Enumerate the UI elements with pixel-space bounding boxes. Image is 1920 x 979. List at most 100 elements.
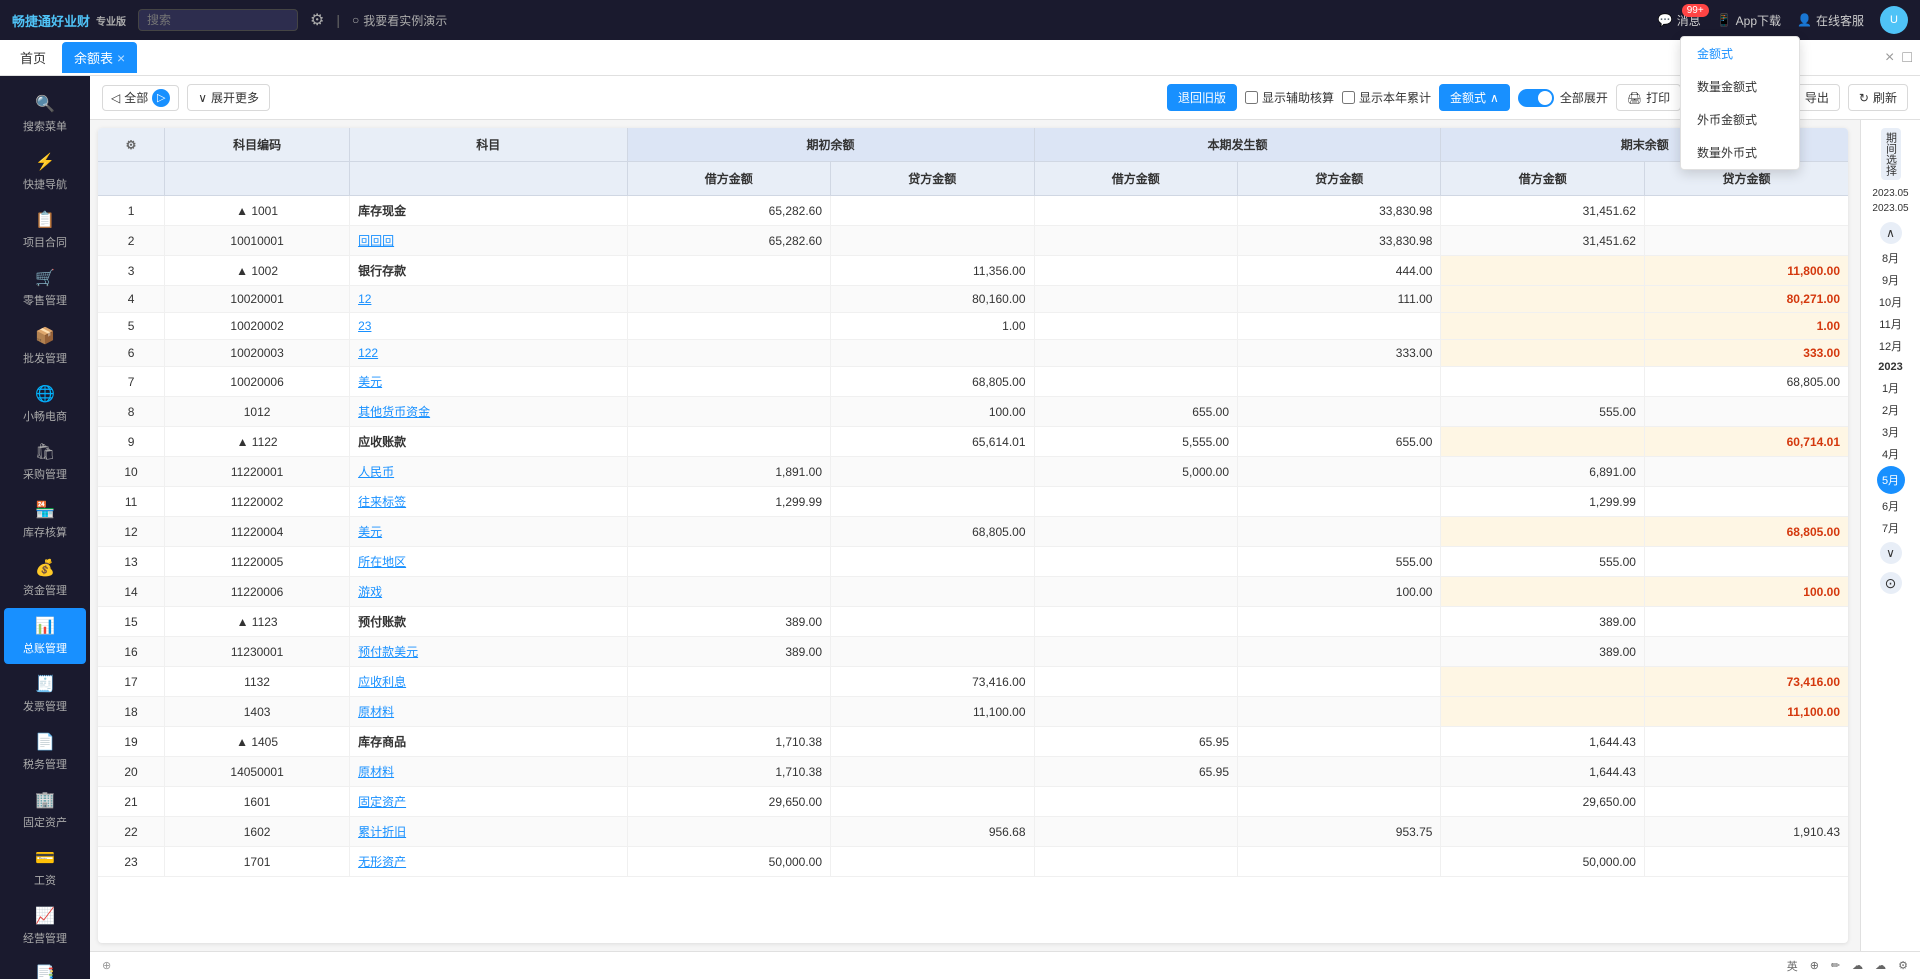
expand-more-btn[interactable]: ∨ 展开更多: [187, 84, 270, 111]
td-op-credit: [831, 757, 1034, 787]
back-period-btn[interactable]: 退回旧版: [1167, 84, 1237, 111]
sidebar-item-salary[interactable]: 💳工资: [4, 840, 86, 896]
nav-right-icon[interactable]: ▷: [152, 89, 170, 107]
message-action[interactable]: 💬 消息 99+: [1658, 12, 1701, 29]
sidebar-item-wholesale[interactable]: 📦批发管理: [4, 318, 86, 374]
td-code: 1701: [165, 847, 350, 877]
top-search-input[interactable]: [138, 9, 298, 31]
window-close-icon[interactable]: ×: [1885, 49, 1894, 67]
tab-balance[interactable]: 余额表 ×: [62, 42, 137, 73]
period-month[interactable]: 7月: [1869, 518, 1913, 538]
sidebar-item-tax[interactable]: 📄税务管理: [4, 724, 86, 780]
sidebar-item-report[interactable]: 📑小畅报销: [4, 956, 86, 979]
show-auxiliary-check[interactable]: 显示辅助核算: [1245, 89, 1334, 106]
cloud-icon-2[interactable]: ☁: [1875, 959, 1886, 972]
format-option-foreign-amount[interactable]: 外币金额式: [1681, 103, 1799, 136]
period-year-label[interactable]: 2023: [1875, 358, 1905, 376]
td-name[interactable]: 美元: [350, 367, 627, 397]
td-cl-debit: [1441, 517, 1644, 547]
period-month[interactable]: 8月: [1869, 248, 1913, 268]
report-icon: 📑: [35, 964, 55, 979]
td-name[interactable]: 人民币: [350, 457, 627, 487]
sidebar-item-capital[interactable]: 💰资金管理: [4, 550, 86, 606]
all-accounts-nav[interactable]: ◁ 全部 ▷: [102, 85, 179, 111]
td-name[interactable]: 应收利息: [350, 667, 627, 697]
td-name[interactable]: 所在地区: [350, 547, 627, 577]
td-name[interactable]: 往来标签: [350, 487, 627, 517]
sidebar-item-accounting[interactable]: 📊总账管理: [4, 608, 86, 664]
td-name[interactable]: 累计折旧: [350, 817, 627, 847]
print-icon: 🖨: [1627, 91, 1642, 105]
sidebar-item-ecommerce[interactable]: 🌐小畅电商: [4, 376, 86, 432]
period-month[interactable]: 6月: [1869, 496, 1913, 516]
sidebar-item-retail[interactable]: 🛒零售管理: [4, 260, 86, 316]
td-name[interactable]: 122: [350, 340, 627, 367]
show-yearly-check[interactable]: 显示本年累计: [1342, 89, 1431, 106]
td-name[interactable]: 游戏: [350, 577, 627, 607]
td-name[interactable]: 23: [350, 313, 627, 340]
sidebar-item-assets[interactable]: 🏢固定资产: [4, 782, 86, 838]
td-name[interactable]: 预付款美元: [350, 637, 627, 667]
th-settings[interactable]: ⚙: [98, 128, 165, 162]
td-op-debit: [627, 817, 830, 847]
sidebar-item-project[interactable]: 📋项目合同: [4, 202, 86, 258]
tab-close-icon[interactable]: ×: [117, 50, 125, 66]
period-month[interactable]: 3月: [1869, 422, 1913, 442]
sidebar-item-search[interactable]: 🔍搜索菜单: [4, 86, 86, 142]
td-name[interactable]: 原材料: [350, 757, 627, 787]
td-pd-debit: [1034, 577, 1237, 607]
business-icon: 📈: [35, 906, 55, 926]
demo-link[interactable]: ○ 我要看实例演示: [352, 12, 447, 29]
window-max-icon[interactable]: □: [1902, 49, 1912, 67]
td-name[interactable]: 其他货币资金: [350, 397, 627, 427]
avatar[interactable]: U: [1880, 6, 1908, 34]
td-name[interactable]: 无形资产: [350, 847, 627, 877]
period-month-active[interactable]: 5月: [1877, 466, 1905, 494]
td-op-credit: 68,805.00: [831, 517, 1034, 547]
toggle-switch[interactable]: [1518, 89, 1554, 107]
td-code: ▲ 1001: [165, 196, 350, 226]
service-action[interactable]: 👤 在线客服: [1797, 12, 1864, 29]
format-option-qty-amount[interactable]: 数量金额式: [1681, 76, 1799, 103]
table-settings-icon[interactable]: ⚙: [126, 138, 137, 152]
td-name[interactable]: 原材料: [350, 697, 627, 727]
sidebar-item-inventory[interactable]: 🏪库存核算: [4, 492, 86, 548]
period-nav-up[interactable]: ∧: [1880, 222, 1902, 244]
sidebar-item-invoice[interactable]: 🧾发票管理: [4, 666, 86, 722]
refresh-btn[interactable]: ↻ 刷新: [1848, 84, 1908, 111]
td-pd-credit: 333.00: [1238, 340, 1441, 367]
period-month[interactable]: 2月: [1869, 400, 1913, 420]
capital-icon: 💰: [35, 558, 55, 578]
lang-btn[interactable]: 英: [1787, 958, 1798, 974]
print-btn[interactable]: 🖨 打印: [1616, 84, 1681, 111]
td-op-debit: [627, 517, 830, 547]
settings-icon-top[interactable]: ⚙: [310, 10, 324, 30]
td-op-debit: 50,000.00: [627, 847, 830, 877]
sidebar-item-quick-nav[interactable]: ⚡快捷导航: [4, 144, 86, 200]
td-op-debit: [627, 313, 830, 340]
expand-all-toggle[interactable]: 全部展开: [1518, 89, 1608, 107]
sidebar-item-purchase[interactable]: 🛍采购管理: [4, 434, 86, 490]
settings-icon-bottom[interactable]: ⚙: [1898, 959, 1908, 972]
period-nav-down[interactable]: ∨: [1880, 542, 1902, 564]
td-name[interactable]: 回回回: [350, 226, 627, 256]
format-option-qty-foreign[interactable]: 数量外币式: [1681, 136, 1799, 169]
download-action[interactable]: 📱 App下载: [1717, 12, 1781, 29]
period-month[interactable]: 1月: [1869, 378, 1913, 398]
td-name[interactable]: 固定资产: [350, 787, 627, 817]
period-month[interactable]: 9月: [1869, 270, 1913, 290]
period-collapse-icon[interactable]: ⊙: [1880, 572, 1902, 594]
period-month[interactable]: 4月: [1869, 444, 1913, 464]
period-month[interactable]: 12月: [1869, 336, 1913, 356]
period-month[interactable]: 10月: [1869, 292, 1913, 312]
tab-home[interactable]: 首页: [8, 42, 58, 73]
cloud-icon-1[interactable]: ☁: [1852, 959, 1863, 972]
format-dropdown-btn[interactable]: 金额式 ∧: [1439, 84, 1510, 111]
td-name[interactable]: 12: [350, 286, 627, 313]
edit-icon[interactable]: ✏: [1831, 959, 1840, 972]
td-name[interactable]: 美元: [350, 517, 627, 547]
plus-icon[interactable]: ⊕: [1810, 959, 1819, 972]
td-cl-credit: [1644, 487, 1848, 517]
sidebar-item-business[interactable]: 📈经营管理: [4, 898, 86, 954]
period-month[interactable]: 11月: [1869, 314, 1913, 334]
